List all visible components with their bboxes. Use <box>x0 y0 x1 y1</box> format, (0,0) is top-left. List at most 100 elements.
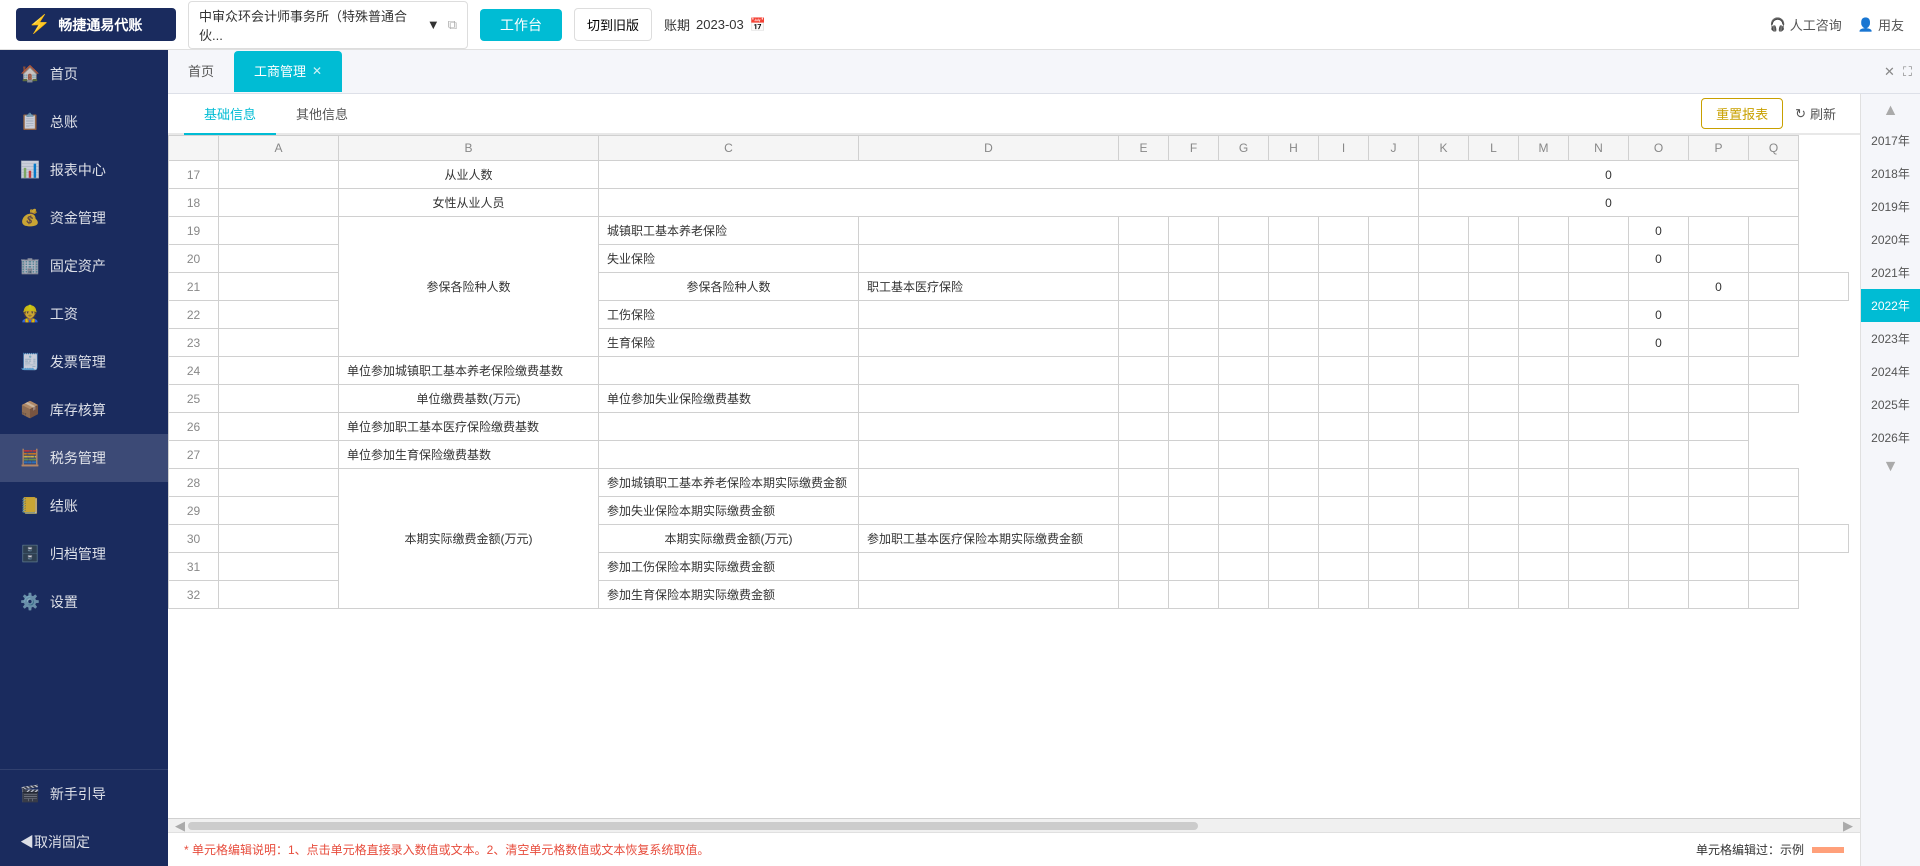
cell-empty-25-6[interactable] <box>1369 385 1419 413</box>
year-item-2023[interactable]: 2023年 <box>1861 322 1920 355</box>
sub-tab-basic[interactable]: 基础信息 <box>184 94 276 135</box>
cell-o-31[interactable] <box>1629 553 1689 581</box>
cell-ln-28-0[interactable] <box>1419 469 1469 497</box>
cell-empty-28-6[interactable] <box>1369 469 1419 497</box>
cell-ln-31-0[interactable] <box>1419 553 1469 581</box>
cell-c-26[interactable]: 单位参加职工基本医疗保险缴费基数 <box>339 413 599 441</box>
cell-ln-31-3[interactable] <box>1569 553 1629 581</box>
cell-empty-27-3[interactable] <box>1169 441 1219 469</box>
cell-empty-29-0[interactable] <box>859 497 1119 525</box>
cell-empty-28-5[interactable] <box>1319 469 1369 497</box>
cell-ln-32-2[interactable] <box>1519 581 1569 609</box>
cell-pq-23-0[interactable] <box>1689 329 1749 357</box>
cell-empty-26-5[interactable] <box>1269 413 1319 441</box>
user-profile[interactable]: 👤 用友 <box>1858 15 1904 34</box>
cell-ln-29-3[interactable] <box>1569 497 1629 525</box>
scroll-thumb[interactable] <box>188 822 1198 830</box>
cell-c-22[interactable]: 工伤保险 <box>599 301 859 329</box>
cell-empty-21-3[interactable] <box>1269 273 1319 301</box>
cell-ln-23-0[interactable] <box>1419 329 1469 357</box>
year-item-2026[interactable]: 2026年 <box>1861 421 1920 454</box>
cell-o-29[interactable] <box>1629 497 1689 525</box>
cell-pq-20-1[interactable] <box>1749 245 1799 273</box>
cell-empty-31-2[interactable] <box>1169 553 1219 581</box>
cell-ln-32-1[interactable] <box>1469 581 1519 609</box>
cell-empty-32-3[interactable] <box>1219 581 1269 609</box>
cell-ln-32-3[interactable] <box>1569 581 1629 609</box>
refresh-button[interactable]: ↻ 刷新 <box>1795 104 1836 123</box>
cell-ln-27-0[interactable] <box>1369 441 1419 469</box>
cell-a-25[interactable] <box>219 385 339 413</box>
cell-a-26[interactable] <box>219 413 339 441</box>
cell-o-21[interactable]: 0 <box>1689 273 1749 301</box>
user-service[interactable]: 🎧 人工咨询 <box>1770 15 1842 34</box>
cell-empty-30-5[interactable] <box>1369 525 1419 553</box>
cell-empty-29-2[interactable] <box>1169 497 1219 525</box>
sidebar-item-ledger[interactable]: 📋 总账 <box>0 98 168 146</box>
cell-empty-23-6[interactable] <box>1369 329 1419 357</box>
cell-pq-21-1[interactable] <box>1799 273 1849 301</box>
tab-home[interactable]: 首页 <box>168 51 234 92</box>
cell-empty-28-4[interactable] <box>1269 469 1319 497</box>
cell-empty-25-1[interactable] <box>1119 385 1169 413</box>
cell-ln-26-2[interactable] <box>1469 413 1519 441</box>
cell-pq-28-1[interactable] <box>1749 469 1799 497</box>
cell-c-18[interactable] <box>599 189 1419 217</box>
cell-empty-21-2[interactable] <box>1219 273 1269 301</box>
cell-empty-30-1[interactable] <box>1169 525 1219 553</box>
cell-empty-25-0[interactable] <box>859 385 1119 413</box>
sidebar-item-salary[interactable]: 👷 工资 <box>0 290 168 338</box>
close-window-icon[interactable]: ✕ <box>1884 64 1895 80</box>
cell-o-24[interactable] <box>1569 357 1629 385</box>
cell-empty-23-0[interactable] <box>859 329 1119 357</box>
cell-ln-21-1[interactable] <box>1519 273 1569 301</box>
cell-empty-20-0[interactable] <box>859 245 1119 273</box>
cell-a-19[interactable] <box>219 217 339 245</box>
cell-empty-22-5[interactable] <box>1319 301 1369 329</box>
cell-empty-25-3[interactable] <box>1219 385 1269 413</box>
cell-pq-29-1[interactable] <box>1749 497 1799 525</box>
cell-a-22[interactable] <box>219 301 339 329</box>
cell-empty-22-0[interactable] <box>859 301 1119 329</box>
cell-ln-27-2[interactable] <box>1469 441 1519 469</box>
cell-empty-29-1[interactable] <box>1119 497 1169 525</box>
cell-empty-24-3[interactable] <box>1169 357 1219 385</box>
cell-ln-28-3[interactable] <box>1569 469 1629 497</box>
cell-k-18[interactable]: 0 <box>1419 189 1799 217</box>
cell-ln-22-3[interactable] <box>1569 301 1629 329</box>
cell-ln-27-3[interactable] <box>1519 441 1569 469</box>
cell-empty-27-5[interactable] <box>1269 441 1319 469</box>
cell-empty-30-3[interactable] <box>1269 525 1319 553</box>
cell-empty-27-1[interactable] <box>859 441 1119 469</box>
cell-pq-22-1[interactable] <box>1749 301 1799 329</box>
cell-pq-21-0[interactable] <box>1749 273 1799 301</box>
cell-empty-23-1[interactable] <box>1119 329 1169 357</box>
cell-empty-26-3[interactable] <box>1169 413 1219 441</box>
cell-ln-25-0[interactable] <box>1419 385 1469 413</box>
cell-empty-30-6[interactable] <box>1419 525 1469 553</box>
horizontal-scrollbar[interactable]: ◀ ▶ <box>168 818 1860 832</box>
cell-pq-32-1[interactable] <box>1749 581 1799 609</box>
sidebar-item-closing[interactable]: 📒 结账 <box>0 482 168 530</box>
cell-ln-28-2[interactable] <box>1519 469 1569 497</box>
cell-empty-27-2[interactable] <box>1119 441 1169 469</box>
cell-a-30[interactable] <box>219 525 339 553</box>
cell-empty-20-1[interactable] <box>1119 245 1169 273</box>
tab-close-icon[interactable]: ✕ <box>312 64 322 78</box>
cell-empty-19-3[interactable] <box>1219 217 1269 245</box>
cell-empty-22-6[interactable] <box>1369 301 1419 329</box>
cell-empty-26-4[interactable] <box>1219 413 1269 441</box>
cell-c-31[interactable]: 参加工伤保险本期实际缴费金额 <box>599 553 859 581</box>
cell-b-18[interactable]: 女性从业人员 <box>339 189 599 217</box>
cell-empty-28-1[interactable] <box>1119 469 1169 497</box>
company-selector[interactable]: 中审众环会计师事务所（特殊普通合伙... ▼ ⧉ <box>188 1 468 49</box>
cell-c-24[interactable]: 单位参加城镇职工基本养老保险缴费基数 <box>339 357 599 385</box>
cell-ln-20-0[interactable] <box>1419 245 1469 273</box>
sidebar-item-home[interactable]: 🏠 首页 <box>0 50 168 98</box>
cell-pq-23-1[interactable] <box>1749 329 1799 357</box>
cell-ln-29-1[interactable] <box>1469 497 1519 525</box>
cell-empty-24-0[interactable] <box>599 357 859 385</box>
cell-empty-24-5[interactable] <box>1269 357 1319 385</box>
cell-empty-27-0[interactable] <box>599 441 859 469</box>
cell-pq-29-0[interactable] <box>1689 497 1749 525</box>
